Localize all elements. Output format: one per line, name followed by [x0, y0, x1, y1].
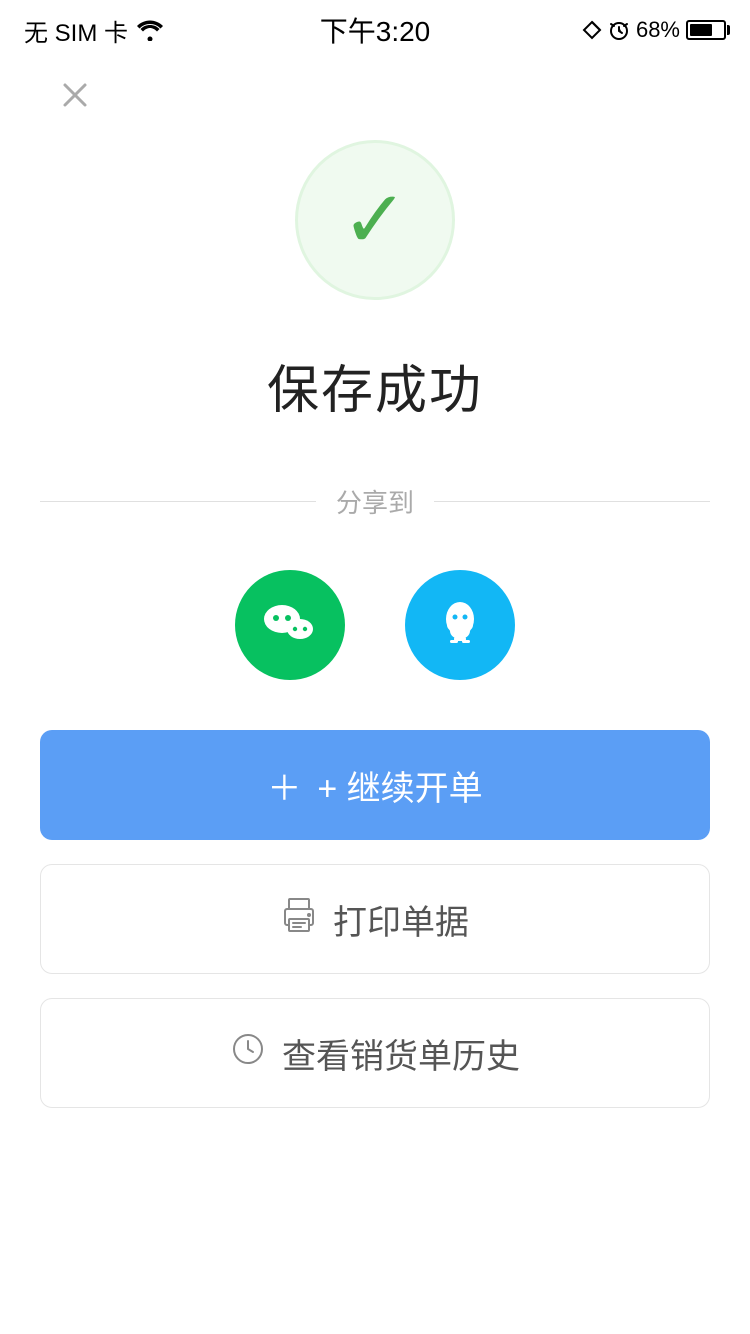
- share-divider: 分享到: [40, 483, 710, 520]
- success-title: 保存成功: [267, 348, 483, 423]
- qq-icon: [428, 593, 492, 657]
- status-right: 68%: [582, 17, 726, 43]
- wechat-share-button[interactable]: [235, 570, 345, 680]
- plus-icon: ＋: [267, 761, 301, 810]
- status-bar: 无 SIM 卡 下午3:20 68%: [0, 0, 750, 60]
- print-label: 打印单据: [333, 895, 469, 944]
- sim-status: 无 SIM 卡: [24, 13, 128, 48]
- printer-icon: [281, 897, 317, 942]
- alarm-icon: [608, 19, 630, 41]
- close-button[interactable]: [50, 70, 100, 120]
- battery-percent: 68%: [636, 17, 680, 43]
- history-icon: [230, 1031, 266, 1076]
- share-section: 分享到: [0, 483, 750, 680]
- qq-share-button[interactable]: [405, 570, 515, 680]
- success-icon-circle: ✓: [295, 140, 455, 300]
- print-button[interactable]: 打印单据: [40, 864, 710, 974]
- main-content: ✓ 保存成功 分享到: [0, 60, 750, 1108]
- history-button[interactable]: 查看销货单历史: [40, 998, 710, 1108]
- status-time: 下午3:20: [320, 10, 431, 50]
- history-label: 查看销货单历史: [282, 1029, 520, 1078]
- location-icon: [582, 20, 602, 40]
- status-left: 无 SIM 卡: [24, 13, 164, 48]
- wechat-icon: [258, 593, 322, 657]
- actions-section: ＋ + 继续开单 打印单据: [0, 730, 750, 1108]
- continue-button[interactable]: ＋ + 继续开单: [40, 730, 710, 840]
- share-label: 分享到: [336, 483, 414, 520]
- checkmark-icon: ✓: [341, 180, 408, 260]
- continue-label: + 继续开单: [317, 761, 482, 810]
- wifi-icon: [136, 19, 164, 41]
- share-icons: [40, 570, 710, 680]
- battery-icon: [686, 20, 726, 40]
